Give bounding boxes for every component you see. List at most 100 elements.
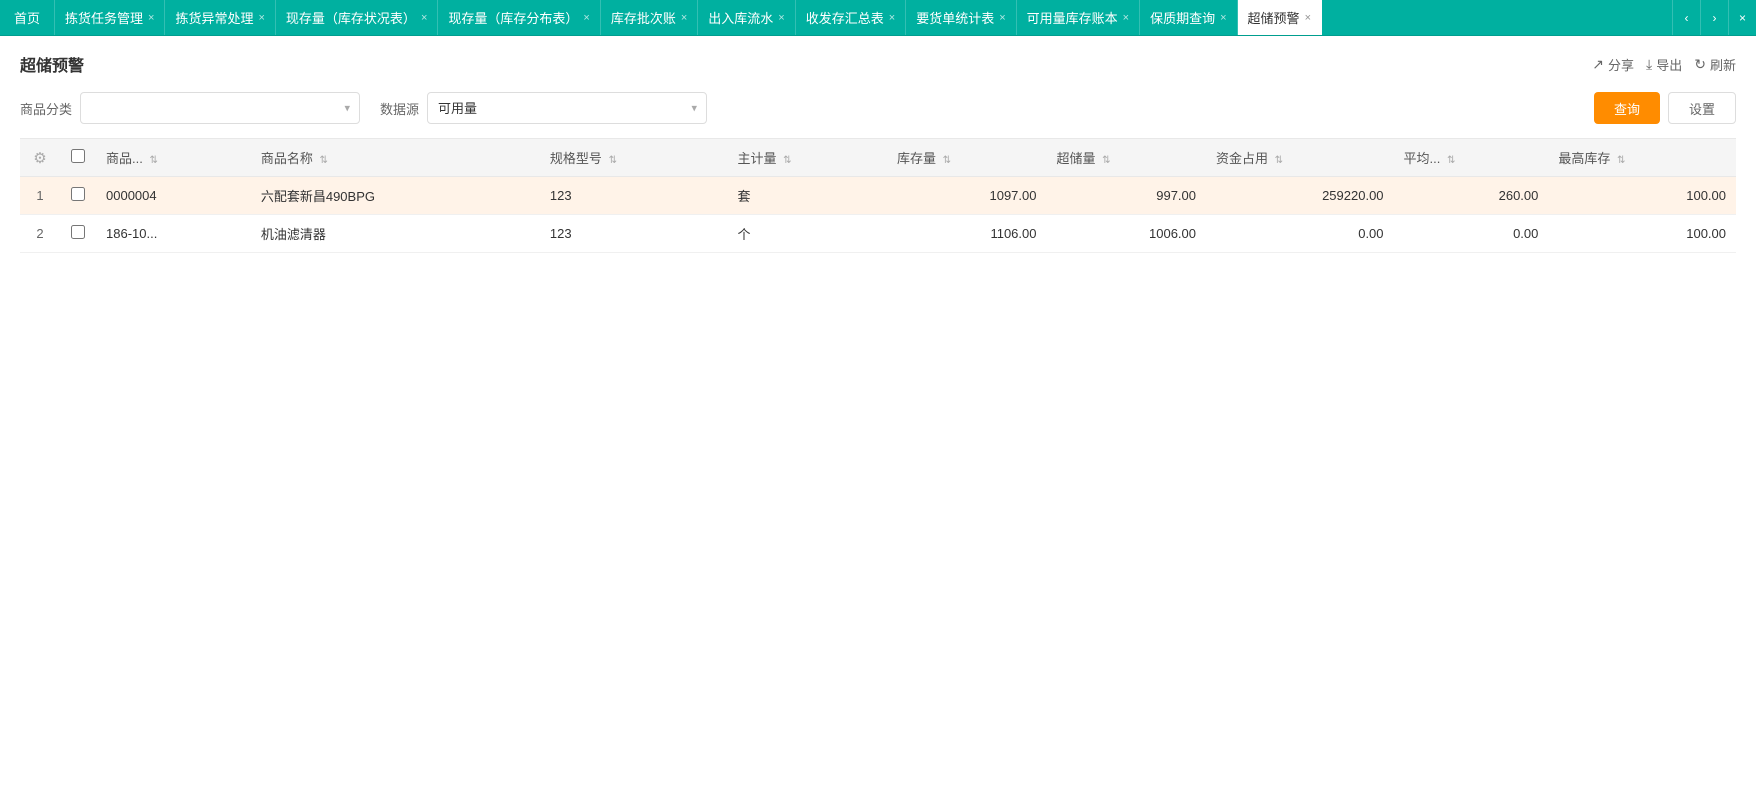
cell-spec: 123	[540, 215, 728, 253]
tab-jianhuorenwuguanli[interactable]: 拣货任务管理 ×	[55, 0, 165, 35]
table-header-row: ⚙ 商品... ⇅ 商品名称 ⇅ 规格型号 ⇅ 主计量	[20, 139, 1736, 177]
cell-unit: 套	[727, 177, 887, 215]
col-settings: ⚙	[20, 139, 60, 177]
tab-jianhuoyichangchuli[interactable]: 拣货异常处理 ×	[165, 0, 275, 35]
col-header-over: 超储量 ⇅	[1046, 139, 1206, 177]
cell-code: 186-10...	[96, 215, 251, 253]
sort-icon[interactable]: ⇅	[1447, 155, 1455, 166]
sort-icon[interactable]: ⇅	[1102, 155, 1110, 166]
settings-button[interactable]: 设置	[1668, 92, 1736, 124]
sort-icon[interactable]: ⇅	[609, 155, 617, 166]
tab-shofacunhuizong[interactable]: 收发存汇总表 ×	[796, 0, 906, 35]
col-header-avg: 平均... ⇅	[1394, 139, 1549, 177]
nav-prev-button[interactable]: ‹	[1672, 0, 1700, 35]
row-number: 2	[20, 215, 60, 253]
nav-arrows: ‹ › ×	[1672, 0, 1756, 35]
col-header-name: 商品名称 ⇅	[251, 139, 540, 177]
export-button[interactable]: ⤓ 导出	[1646, 55, 1682, 74]
page-header: 超储预警 ↗ 分享 ⤓ 导出 ↻ 刷新	[20, 52, 1736, 76]
sort-icon[interactable]: ⇅	[1617, 155, 1625, 166]
sort-icon[interactable]: ⇅	[149, 155, 157, 166]
cell-name: 六配套新昌490BPG	[251, 177, 540, 215]
col-header-code: 商品... ⇅	[96, 139, 251, 177]
page-content: 超储预警 ↗ 分享 ⤓ 导出 ↻ 刷新 商品分类 ▾	[0, 36, 1756, 800]
sort-icon[interactable]: ⇅	[783, 155, 791, 166]
tab-xiancunliang-zhuangkuang[interactable]: 现存量（库存状况表） ×	[276, 0, 438, 35]
sort-icon[interactable]: ⇅	[319, 155, 327, 166]
cell-code: 0000004	[96, 177, 251, 215]
export-icon: ⤓	[1646, 56, 1652, 73]
query-button[interactable]: 查询	[1594, 92, 1660, 124]
sort-icon[interactable]: ⇅	[943, 155, 951, 166]
cell-stock: 1097.00	[887, 177, 1047, 215]
tab-xiancunliang-fenbu[interactable]: 现存量（库存分布表） ×	[438, 0, 600, 35]
col-header-spec: 规格型号 ⇅	[540, 139, 728, 177]
col-header-unit: 主计量 ⇅	[727, 139, 887, 177]
cell-max: 100.00	[1548, 177, 1736, 215]
cell-capital: 0.00	[1206, 215, 1394, 253]
table-row: 2 186-10... 机油滤清器 123 个 1106.00 1006.00 …	[20, 215, 1736, 253]
col-checkbox-header	[60, 139, 96, 177]
tab-churukuliushui[interactable]: 出入库流水 ×	[698, 0, 795, 35]
col-header-capital: 资金占用 ⇅	[1206, 139, 1394, 177]
data-table: ⚙ 商品... ⇅ 商品名称 ⇅ 规格型号 ⇅ 主计量	[20, 138, 1736, 253]
row-checkbox-cell	[60, 215, 96, 253]
nav-home[interactable]: 首页	[0, 0, 55, 35]
row-checkbox-cell	[60, 177, 96, 215]
cell-unit: 个	[727, 215, 887, 253]
tab-close-icon[interactable]: ×	[999, 12, 1005, 24]
top-navigation: 首页 拣货任务管理 × 拣货异常处理 × 现存量（库存状况表） × 现存量（库存…	[0, 0, 1756, 36]
tab-close-icon[interactable]: ×	[681, 12, 687, 24]
category-select[interactable]	[80, 92, 360, 124]
col-header-max: 最高库存 ⇅	[1548, 139, 1736, 177]
tab-baozhi[interactable]: 保质期查询 ×	[1140, 0, 1237, 35]
category-select-wrapper: ▾	[80, 92, 360, 124]
cell-avg: 260.00	[1394, 177, 1549, 215]
tab-close-icon[interactable]: ×	[1305, 12, 1311, 24]
row-checkbox[interactable]	[71, 225, 85, 239]
cell-spec: 123	[540, 177, 728, 215]
tab-close-icon[interactable]: ×	[421, 12, 427, 24]
tab-chaochuyujing[interactable]: 超储预警 ×	[1238, 0, 1322, 35]
datasource-select[interactable]: 可用量 库存量	[427, 92, 707, 124]
category-label: 商品分类	[20, 99, 72, 118]
cell-over: 997.00	[1046, 177, 1206, 215]
cell-avg: 0.00	[1394, 215, 1549, 253]
header-actions: ↗ 分享 ⤓ 导出 ↻ 刷新	[1592, 55, 1736, 74]
col-header-stock: 库存量 ⇅	[887, 139, 1047, 177]
refresh-button[interactable]: ↻ 刷新	[1694, 55, 1736, 74]
tab-kucunpicizhangh[interactable]: 库存批次账 ×	[601, 0, 698, 35]
cell-name: 机油滤清器	[251, 215, 540, 253]
share-button[interactable]: ↗ 分享	[1592, 55, 1634, 74]
filter-row: 商品分类 ▾ 数据源 可用量 库存量 ▾ 查询 设置	[20, 92, 1736, 124]
tab-close-icon[interactable]: ×	[583, 12, 589, 24]
tab-close-icon[interactable]: ×	[778, 12, 784, 24]
filter-right: 查询 设置	[1594, 92, 1736, 124]
nav-next-button[interactable]: ›	[1700, 0, 1728, 35]
gear-icon[interactable]: ⚙	[33, 150, 46, 167]
tab-close-icon[interactable]: ×	[889, 12, 895, 24]
row-number: 1	[20, 177, 60, 215]
tab-yaohuodantongji[interactable]: 要货单统计表 ×	[906, 0, 1016, 35]
row-checkbox[interactable]	[71, 187, 85, 201]
nav-close-button[interactable]: ×	[1728, 0, 1756, 35]
datasource-label: 数据源	[380, 99, 419, 118]
sort-icon[interactable]: ⇅	[1275, 155, 1283, 166]
datasource-select-wrapper: 可用量 库存量 ▾	[427, 92, 707, 124]
tab-close-icon[interactable]: ×	[1220, 12, 1226, 24]
page-title: 超储预警	[20, 52, 84, 76]
select-all-checkbox[interactable]	[71, 149, 85, 163]
share-icon: ↗	[1592, 56, 1604, 73]
refresh-icon: ↻	[1694, 56, 1706, 73]
cell-over: 1006.00	[1046, 215, 1206, 253]
category-filter-group: 商品分类 ▾	[20, 92, 360, 124]
cell-max: 100.00	[1548, 215, 1736, 253]
datasource-filter-group: 数据源 可用量 库存量 ▾	[380, 92, 707, 124]
cell-capital: 259220.00	[1206, 177, 1394, 215]
cell-stock: 1106.00	[887, 215, 1047, 253]
tab-close-icon[interactable]: ×	[1123, 12, 1129, 24]
tab-keyongliang[interactable]: 可用量库存账本 ×	[1017, 0, 1140, 35]
table-row: 1 0000004 六配套新昌490BPG 123 套 1097.00 997.…	[20, 177, 1736, 215]
tab-close-icon[interactable]: ×	[148, 12, 154, 24]
tab-close-icon[interactable]: ×	[258, 12, 264, 24]
